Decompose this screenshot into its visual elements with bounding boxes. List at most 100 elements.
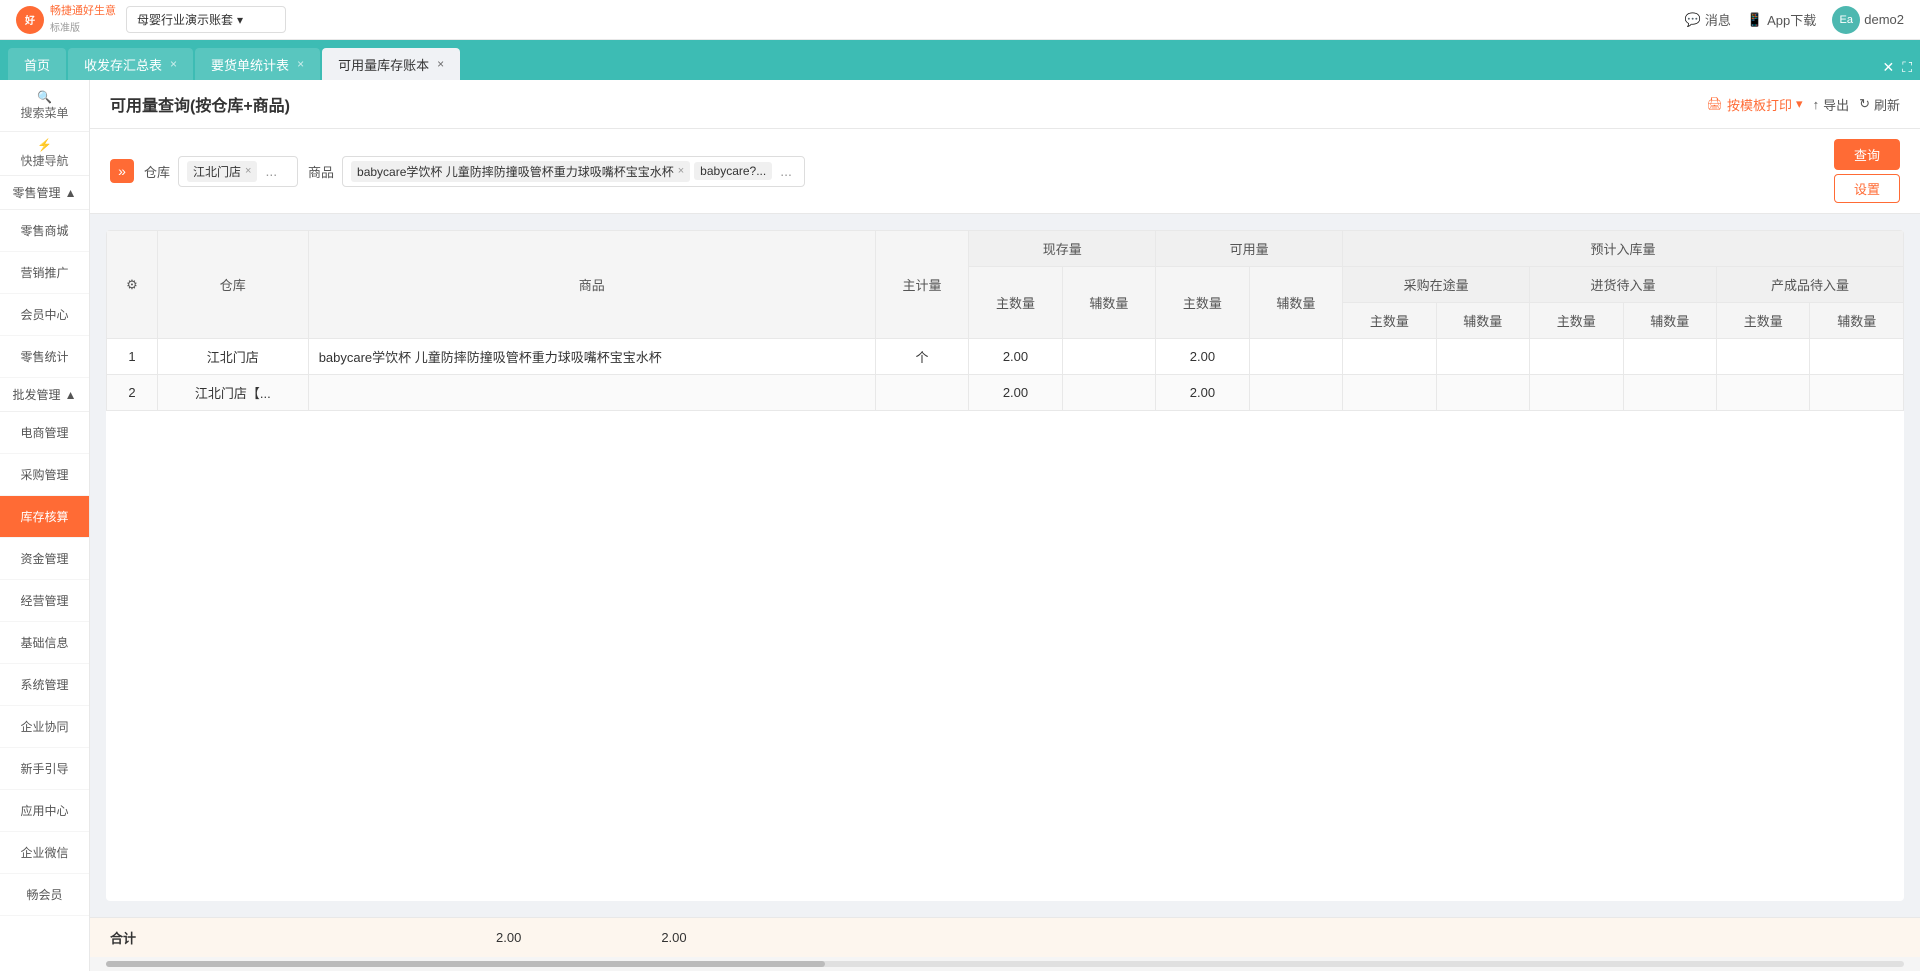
export-icon: ↑ [1813, 97, 1820, 112]
cell-available-main: 2.00 [1156, 339, 1249, 375]
scroll-thumb[interactable] [106, 961, 825, 967]
filter-area: » 仓库 江北门店 × ... 商品 babycare学饮杯 儿童防摔防撞吸管杯… [90, 129, 1920, 214]
th-product-wait-aux: 辅数量 [1810, 303, 1904, 339]
expand-icon[interactable]: ⛶ [1902, 59, 1912, 76]
summary-available-main: 2.00 [661, 930, 686, 945]
table-wrapper: ⚙ 仓库 商品 主计量 现存量 可用量 预计入库量 主数量 辅数量 主数量 [106, 230, 1904, 901]
tab-receive-send-close[interactable]: × [170, 57, 177, 71]
warehouse-filter-group: 仓库 江北门店 × ... [144, 156, 298, 187]
template-print-button[interactable]: 🖨 按模板打印 ▾ [1707, 95, 1803, 114]
goods-tag1-value: babycare学饮杯 儿童防摔防撞吸管杯重力球吸嘴杯宝宝水杯 [357, 163, 674, 180]
tab-available-stock[interactable]: 可用量库存账本 × [322, 48, 460, 80]
sidebar-item-system-mgmt[interactable]: 系统管理 [0, 664, 89, 706]
sidebar-item-enterprise-collab[interactable]: 企业协同 [0, 706, 89, 748]
goods-filter-input[interactable]: babycare学饮杯 儿童防摔防撞吸管杯重力球吸嘴杯宝宝水杯 × babyca… [342, 156, 805, 187]
th-available: 可用量 [1156, 231, 1343, 267]
sidebar-retail-stats-label: 零售统计 [20, 348, 68, 365]
tab-order-stats-close[interactable]: × [297, 57, 304, 71]
close-all-icon[interactable]: ✕ [1882, 59, 1894, 76]
sidebar-item-ecommerce-mgmt[interactable]: 电商管理 [0, 412, 89, 454]
cell-purchase-aux [1436, 375, 1529, 411]
cell-goods-wait-aux [1623, 375, 1716, 411]
cell-warehouse: 江北门店 [157, 339, 308, 375]
topbar: 好 畅捷通好生意 标准版 母婴行业演示账套 ▾ 💬 消息 📱 App下载 Ea … [0, 0, 1920, 40]
cell-current-main: 2.00 [969, 339, 1062, 375]
cell-index: 1 [107, 339, 158, 375]
industry-label: 母婴行业演示账套 [137, 11, 233, 28]
user-profile[interactable]: Ea demo2 [1832, 6, 1904, 34]
sidebar-item-retail-stats[interactable]: 零售统计 [0, 336, 89, 378]
sidebar-item-member[interactable]: 畅会员 [0, 874, 89, 916]
sidebar-inventory-label: 库存核算 [20, 508, 68, 525]
tabbar-actions: ✕ ⛶ [1882, 59, 1912, 80]
th-available-aux: 辅数量 [1249, 267, 1342, 339]
cell-available-aux [1249, 375, 1342, 411]
app-download-button[interactable]: 📱 App下载 [1747, 10, 1816, 29]
page-title: 可用量查询(按仓库+商品) [110, 92, 290, 116]
th-current-stock: 现存量 [969, 231, 1156, 267]
warehouse-filter-input[interactable]: 江北门店 × ... [178, 156, 298, 187]
sidebar-item-retail-mall[interactable]: 零售商城 [0, 210, 89, 252]
th-goods-waiting: 进货待入量 [1530, 267, 1717, 303]
sidebar-item-finance-mgmt[interactable]: 资金管理 [0, 538, 89, 580]
sidebar-finance-label: 资金管理 [20, 550, 68, 567]
sidebar-purchase-label: 采购管理 [20, 466, 68, 483]
th-goods-wait-aux: 辅数量 [1623, 303, 1716, 339]
tab-available-stock-close[interactable]: × [437, 57, 444, 71]
cell-goods-wait-main [1530, 375, 1623, 411]
sidebar-item-wholesale-mgmt[interactable]: 批发管理 ▲ [0, 378, 89, 412]
warehouse-filter-more[interactable]: ... [261, 163, 281, 179]
sidebar-app-center-label: 应用中心 [20, 802, 68, 819]
settings-button[interactable]: 设置 [1834, 174, 1900, 203]
sidebar-new-guide-label: 新手引导 [20, 760, 68, 777]
summary-values: 2.00 2.00 [156, 930, 687, 945]
tab-order-stats[interactable]: 要货单统计表 × [195, 48, 320, 80]
export-button[interactable]: ↑ 导出 [1813, 95, 1850, 114]
cell-main-unit [875, 375, 968, 411]
gear-icon[interactable]: ⚙ [126, 277, 138, 292]
sidebar-search-label: 搜索菜单 [8, 104, 81, 121]
sidebar-enterprise-collab-label: 企业协同 [20, 718, 68, 735]
cell-available-main: 2.00 [1156, 375, 1249, 411]
sidebar-search[interactable]: 🔍 搜索菜单 [0, 80, 89, 132]
topbar-right: 💬 消息 📱 App下载 Ea demo2 [1685, 6, 1904, 34]
quicknav-icon: ⚡ [8, 138, 81, 152]
filter-toggle-button[interactable]: » [110, 159, 134, 183]
sidebar-quick-nav[interactable]: ⚡ 快捷导航 [0, 132, 89, 176]
sidebar-item-inventory-check[interactable]: 库存核算 [0, 496, 89, 538]
tabbar: 首页 收发存汇总表 × 要货单统计表 × 可用量库存账本 × ✕ ⛶ [0, 40, 1920, 80]
sidebar-item-basic-info[interactable]: 基础信息 [0, 622, 89, 664]
message-icon: 💬 [1685, 12, 1701, 28]
query-button[interactable]: 查询 [1834, 139, 1900, 170]
summary-label: 合计 [110, 928, 136, 947]
tab-receive-send[interactable]: 收发存汇总表 × [68, 48, 193, 80]
main-layout: 🔍 搜索菜单 ⚡ 快捷导航 零售管理 ▲ 零售商城 营销推广 会员中心 零售统计… [0, 80, 1920, 971]
th-warehouse: 仓库 [157, 231, 308, 339]
goods-filter-more[interactable]: ... [776, 163, 796, 179]
sidebar-item-app-center[interactable]: 应用中心 [0, 790, 89, 832]
warehouse-tag-close[interactable]: × [245, 165, 251, 177]
scroll-bar-area [90, 957, 1920, 971]
sidebar-item-enterprise-wechat[interactable]: 企业微信 [0, 832, 89, 874]
sidebar-item-member-center[interactable]: 会员中心 [0, 294, 89, 336]
sidebar-item-new-guide[interactable]: 新手引导 [0, 748, 89, 790]
sidebar-item-marketing[interactable]: 营销推广 [0, 252, 89, 294]
goods-filter-group: 商品 babycare学饮杯 儿童防摔防撞吸管杯重力球吸嘴杯宝宝水杯 × bab… [308, 156, 805, 187]
sidebar-retail-mall-label: 零售商城 [20, 222, 68, 239]
message-button[interactable]: 💬 消息 [1685, 10, 1731, 29]
cell-goods-wait-main [1530, 339, 1623, 375]
chevron-wholesale-icon: ▲ [65, 388, 77, 402]
cell-available-aux [1249, 339, 1342, 375]
tab-home[interactable]: 首页 [8, 48, 66, 80]
industry-selector[interactable]: 母婴行业演示账套 ▾ [126, 6, 286, 33]
refresh-button[interactable]: ↻ 刷新 [1859, 95, 1900, 114]
filter-actions: 查询 设置 [1834, 139, 1900, 203]
goods-tag1-close[interactable]: × [678, 165, 684, 177]
warehouse-filter-tag: 江北门店 × [187, 161, 257, 182]
sidebar-item-operation-mgmt[interactable]: 经营管理 [0, 580, 89, 622]
th-available-main: 主数量 [1156, 267, 1249, 339]
sidebar-item-retail-mgmt[interactable]: 零售管理 ▲ [0, 176, 89, 210]
tab-receive-send-label: 收发存汇总表 [84, 55, 162, 74]
search-icon: 🔍 [8, 90, 81, 104]
sidebar-item-purchase-mgmt[interactable]: 采购管理 [0, 454, 89, 496]
